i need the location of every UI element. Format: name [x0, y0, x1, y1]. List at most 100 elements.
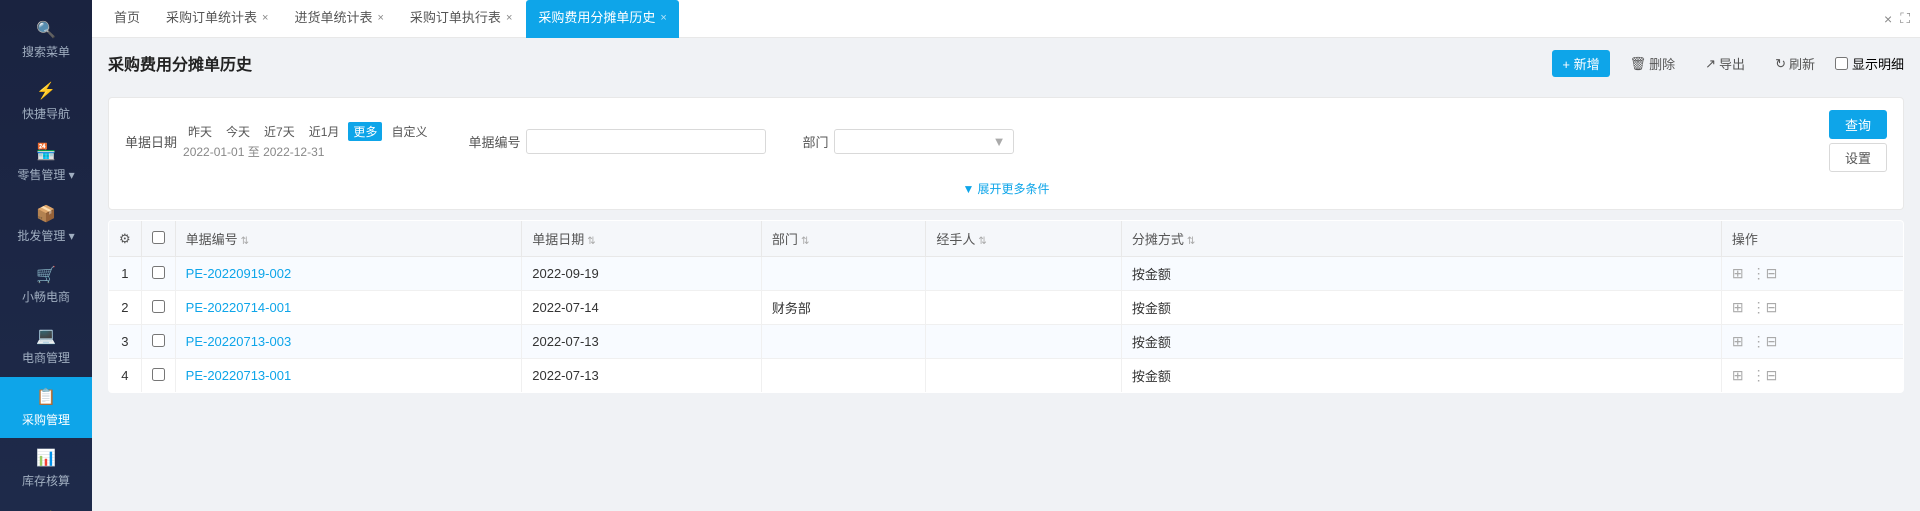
- refresh-icon: ↻: [1775, 56, 1786, 72]
- action-more-icon-3[interactable]: ⋮⊟: [1752, 367, 1778, 384]
- row-doc-no-0: PE-20220919-002: [175, 257, 522, 291]
- dept-select[interactable]: ▼: [834, 129, 1014, 154]
- date-field: 单据日期 昨天 今天 近7天 近1月 更多 自定义 2022-01-01 至 2…: [125, 122, 432, 160]
- tab-purchase-cost-history[interactable]: 采购费用分摊单历史×: [526, 0, 678, 38]
- row-dept-3: [761, 359, 925, 393]
- chevron-down-icon: ▼: [963, 182, 975, 196]
- sidebar-item-inventory[interactable]: 📊 库存核算: [0, 438, 92, 499]
- tab-purchase-order-stats[interactable]: 采购订单统计表×: [154, 0, 280, 38]
- delete-button[interactable]: 🗑 删除: [1620, 50, 1686, 77]
- row-split-2: 按金额: [1121, 325, 1721, 359]
- tab-close-inbound-stats[interactable]: ×: [377, 0, 383, 37]
- sort-icon-handler[interactable]: ⇅: [978, 236, 986, 247]
- th-dept: 部门⇅: [761, 221, 925, 257]
- action-edit-icon-0[interactable]: ⊞: [1732, 265, 1744, 282]
- doc-no-link-3[interactable]: PE-20220713-001: [186, 368, 292, 383]
- row-actions-1: ⊞ ⋮⊟: [1721, 291, 1903, 325]
- action-more-icon-2[interactable]: ⋮⊟: [1752, 333, 1778, 350]
- sidebar-item-ecommerce[interactable]: 💻 电商管理: [0, 316, 92, 377]
- tab-close-purchase-cost-history[interactable]: ×: [660, 0, 666, 37]
- sidebar-label-ecommerce: 电商管理: [5, 350, 87, 367]
- row-actions-3: ⊞ ⋮⊟: [1721, 359, 1903, 393]
- table-row: 2 PE-20220714-001 2022-07-14 财务部 按金额 ⊞ ⋮…: [109, 291, 1904, 325]
- tab-home[interactable]: 首页: [102, 0, 152, 38]
- sort-icon-dept[interactable]: ⇅: [801, 236, 809, 247]
- export-button[interactable]: ↗ 导出: [1695, 50, 1755, 77]
- sort-icon-split[interactable]: ⇅: [1187, 236, 1195, 247]
- tab-inbound-stats[interactable]: 进货单统计表×: [282, 0, 395, 38]
- row-num-3: 4: [109, 359, 142, 393]
- sidebar-label-purchase: 采购管理: [5, 412, 87, 429]
- row-split-1: 按金额: [1121, 291, 1721, 325]
- tab-label-purchase-cost-history: 采购费用分摊单历史: [538, 0, 655, 37]
- row-dept-2: [761, 325, 925, 359]
- row-doc-no-2: PE-20220713-003: [175, 325, 522, 359]
- add-button[interactable]: + 新增: [1552, 50, 1609, 77]
- th-split-method: 分摊方式⇅: [1121, 221, 1721, 257]
- row-checkbox-2[interactable]: [141, 325, 175, 359]
- shortcut-custom[interactable]: 自定义: [386, 122, 432, 141]
- show-columns-label[interactable]: 显示明细: [1835, 54, 1904, 73]
- content-area: 采购费用分摊单历史 + 新增 🗑 删除 ↗ 导出 ↻ 刷新 显示明细: [92, 38, 1920, 511]
- sidebar-icon-purchase: 📋: [5, 387, 87, 409]
- doc-no-link-2[interactable]: PE-20220713-003: [186, 334, 292, 349]
- sidebar-item-mini-shop[interactable]: 🛒 小畅电商: [0, 255, 92, 316]
- sidebar-item-quick-nav[interactable]: ⚡ 快捷导航: [0, 71, 92, 132]
- shortcut-1month[interactable]: 近1月: [304, 122, 345, 141]
- row-checkbox-1[interactable]: [141, 291, 175, 325]
- row-handler-1: [926, 291, 1122, 325]
- settings-button[interactable]: 设置: [1829, 143, 1887, 172]
- table-row: 1 PE-20220919-002 2022-09-19 按金额 ⊞ ⋮⊟: [109, 257, 1904, 291]
- dept-field: 部门 ▼: [802, 129, 1014, 154]
- tab-purchase-order-exec[interactable]: 采购订单执行表×: [398, 0, 524, 38]
- action-edit-icon-1[interactable]: ⊞: [1732, 299, 1744, 316]
- doc-no-link-0[interactable]: PE-20220919-002: [186, 266, 292, 281]
- action-more-icon-0[interactable]: ⋮⊟: [1752, 265, 1778, 282]
- search-button[interactable]: 查询: [1829, 110, 1887, 139]
- row-checkbox-0[interactable]: [141, 257, 175, 291]
- action-more-icon-1[interactable]: ⋮⊟: [1752, 299, 1778, 316]
- sidebar-item-finance[interactable]: 💰 资金管理: [0, 500, 92, 511]
- toolbar: + 新增 🗑 删除 ↗ 导出 ↻ 刷新 显示明细: [1552, 50, 1904, 77]
- row-doc-date-3: 2022-07-13: [522, 359, 762, 393]
- sidebar-item-purchase[interactable]: 📋 采购管理: [0, 377, 92, 438]
- th-checkbox[interactable]: [141, 221, 175, 257]
- sidebar-item-retail[interactable]: 🏪 零售管理 ▾: [0, 132, 92, 193]
- shortcut-yesterday[interactable]: 昨天: [183, 122, 217, 141]
- tab-label-purchase-order-stats: 采购订单统计表: [166, 0, 257, 37]
- expand-conditions-button[interactable]: ▼ 展开更多条件: [963, 180, 1050, 197]
- row-checkbox-3[interactable]: [141, 359, 175, 393]
- row-num-1: 2: [109, 291, 142, 325]
- refresh-button[interactable]: ↻ 刷新: [1765, 50, 1825, 77]
- sidebar-item-search-menu[interactable]: 🔍 搜索菜单: [0, 10, 92, 71]
- th-settings[interactable]: ⚙: [109, 221, 142, 257]
- shortcut-today[interactable]: 今天: [221, 122, 255, 141]
- sort-icon-doc-no[interactable]: ⇅: [241, 236, 249, 247]
- export-icon: ↗: [1705, 56, 1716, 72]
- select-all-checkbox[interactable]: [152, 231, 165, 244]
- doc-no-link-1[interactable]: PE-20220714-001: [186, 300, 292, 315]
- row-doc-date-1: 2022-07-14: [522, 291, 762, 325]
- sidebar-icon-inventory: 📊: [5, 448, 87, 470]
- tab-close-purchase-order-exec[interactable]: ×: [506, 0, 512, 37]
- show-columns-checkbox[interactable]: [1835, 57, 1848, 70]
- search-buttons: 查询 设置: [1829, 110, 1887, 172]
- maximize-icon[interactable]: ⛶: [1900, 10, 1910, 27]
- row-doc-date-2: 2022-07-13: [522, 325, 762, 359]
- row-split-0: 按金额: [1121, 257, 1721, 291]
- action-edit-icon-3[interactable]: ⊞: [1732, 367, 1744, 384]
- action-edit-icon-2[interactable]: ⊞: [1732, 333, 1744, 350]
- tab-bar-actions: × ⛶: [1884, 10, 1910, 27]
- shortcut-7days[interactable]: 近7天: [259, 122, 300, 141]
- shortcut-more[interactable]: 更多: [348, 122, 382, 141]
- close-window-icon[interactable]: ×: [1884, 11, 1892, 27]
- sidebar-item-wholesale[interactable]: 📦 批发管理 ▾: [0, 194, 92, 255]
- search-row-1: 单据日期 昨天 今天 近7天 近1月 更多 自定义 2022-01-01 至 2…: [125, 110, 1887, 172]
- search-panel: 单据日期 昨天 今天 近7天 近1月 更多 自定义 2022-01-01 至 2…: [108, 97, 1904, 210]
- sidebar-label-wholesale: 批发管理 ▾: [5, 228, 87, 245]
- sidebar-icon-quick-nav: ⚡: [5, 81, 87, 103]
- doc-no-input[interactable]: [526, 129, 766, 154]
- sidebar-label-mini-shop: 小畅电商: [5, 289, 87, 306]
- sort-icon-doc-date[interactable]: ⇅: [587, 236, 595, 247]
- tab-close-purchase-order-stats[interactable]: ×: [262, 0, 268, 37]
